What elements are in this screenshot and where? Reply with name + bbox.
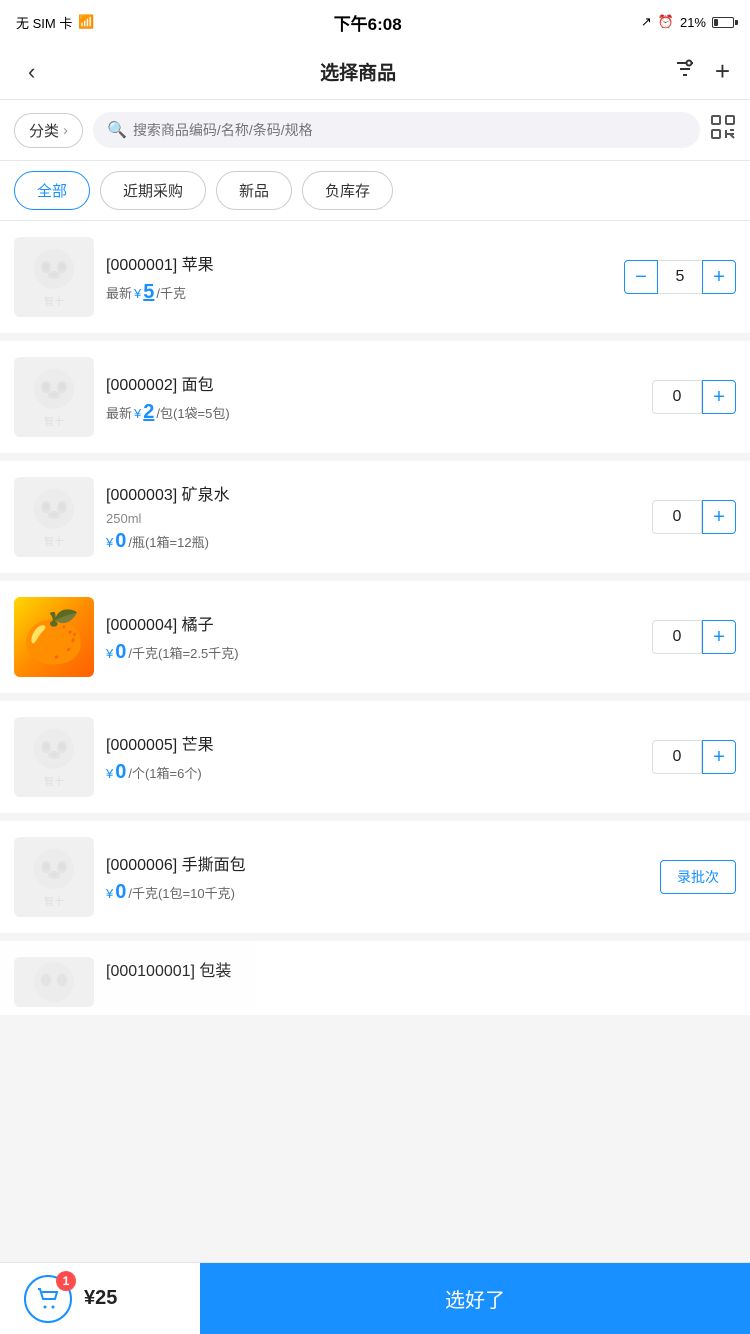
table-row: [000100001] 包装	[0, 941, 750, 1015]
nav-actions: +	[673, 56, 730, 87]
category-button[interactable]: 分类 ›	[14, 113, 83, 148]
product-price: 最新 ¥ 5 /千克	[106, 281, 612, 304]
bottom-bar: 1 ¥25 选好了	[0, 1262, 750, 1334]
product-info: [000100001] 包装	[106, 957, 736, 987]
product-price: ¥ 0 /千克(1包=10千克)	[106, 881, 648, 904]
product-name: [000100001] 包装	[106, 957, 736, 981]
product-image: 智十	[14, 357, 94, 437]
minus-button[interactable]: −	[624, 260, 658, 294]
product-image	[14, 957, 94, 1007]
product-info: [0000002] 面包 最新 ¥ 2 /包(1袋=5包)	[106, 371, 640, 424]
table-row: 智十 [0000002] 面包 最新 ¥ 2 /包(1袋=5包) +	[0, 341, 750, 453]
status-time: 下午6:08	[334, 10, 402, 35]
filter-icon[interactable]	[673, 57, 697, 87]
nav-bar: ‹ 选择商品 +	[0, 44, 750, 100]
tab-recent[interactable]: 近期采购	[100, 171, 206, 210]
product-name: [0000001] 苹果	[106, 251, 612, 275]
product-image	[14, 597, 94, 677]
product-name: [0000006] 手撕面包	[106, 851, 648, 875]
product-image: 智十	[14, 237, 94, 317]
quantity-input[interactable]	[652, 380, 702, 414]
batch-control: 录批次	[660, 860, 736, 894]
alarm-icon: ⏰	[658, 14, 674, 30]
product-price: ¥ 0 /个(1箱=6个)	[106, 761, 640, 784]
product-name: [0000002] 面包	[106, 371, 640, 395]
product-image: 智十	[14, 717, 94, 797]
status-bar: 无 SIM 卡 📶 下午6:08 ↗ ⏰ 21%	[0, 0, 750, 44]
tab-new[interactable]: 新品	[216, 171, 292, 210]
qty-control: +	[652, 740, 736, 774]
location-icon: ↗	[641, 14, 652, 30]
product-image: 智十	[14, 477, 94, 557]
plus-button[interactable]: +	[702, 620, 736, 654]
product-info: [0000001] 苹果 最新 ¥ 5 /千克	[106, 251, 612, 304]
chevron-right-icon: ›	[63, 122, 68, 139]
qty-control: +	[652, 620, 736, 654]
quantity-input[interactable]	[652, 500, 702, 534]
product-name: [0000004] 橘子	[106, 611, 640, 635]
product-price: ¥ 0 /千克(1箱=2.5千克)	[106, 641, 640, 664]
table-row: 智十 [0000001] 苹果 最新 ¥ 5 /千克 − +	[0, 221, 750, 333]
table-row: 智十 [0000003] 矿泉水 250ml ¥ 0 /瓶(1箱=12瓶) +	[0, 461, 750, 573]
wifi-icon: 📶	[78, 14, 94, 30]
table-row: 智十 [0000006] 手撕面包 ¥ 0 /千克(1包=10千克) 录批次	[0, 821, 750, 933]
qty-control: − +	[624, 260, 736, 294]
plus-button[interactable]: +	[702, 260, 736, 294]
product-name: [0000005] 芒果	[106, 731, 640, 755]
qty-control: +	[652, 380, 736, 414]
product-spec: 250ml	[106, 511, 640, 526]
product-info: [0000003] 矿泉水 250ml ¥ 0 /瓶(1箱=12瓶)	[106, 481, 640, 553]
product-price: 最新 ¥ 2 /包(1袋=5包)	[106, 401, 640, 424]
confirm-button[interactable]: 选好了	[200, 1263, 750, 1334]
status-left: 无 SIM 卡 📶	[16, 13, 95, 32]
quantity-input[interactable]	[652, 620, 702, 654]
product-info: [0000006] 手撕面包 ¥ 0 /千克(1包=10千克)	[106, 851, 648, 904]
plus-button[interactable]: +	[702, 500, 736, 534]
search-icon: 🔍	[107, 120, 127, 140]
product-info: [0000005] 芒果 ¥ 0 /个(1箱=6个)	[106, 731, 640, 784]
back-button[interactable]: ‹	[20, 51, 43, 93]
search-box[interactable]: 🔍	[93, 112, 700, 148]
status-right: ↗ ⏰ 21%	[641, 14, 734, 30]
product-name: [0000003] 矿泉水	[106, 481, 640, 505]
tab-negative[interactable]: 负库存	[302, 171, 393, 210]
batch-button[interactable]: 录批次	[660, 860, 736, 894]
qty-control: +	[652, 500, 736, 534]
product-info: [0000004] 橘子 ¥ 0 /千克(1箱=2.5千克)	[106, 611, 640, 664]
product-image: 智十	[14, 837, 94, 917]
search-input[interactable]	[133, 122, 686, 138]
carrier-label: 无 SIM 卡	[16, 13, 72, 32]
category-label: 分类	[29, 120, 59, 141]
battery-label: 21%	[680, 15, 706, 30]
scan-icon[interactable]	[710, 114, 736, 146]
plus-button[interactable]: +	[702, 740, 736, 774]
plus-button[interactable]: +	[702, 380, 736, 414]
cart-badge: 1	[56, 1271, 76, 1291]
filter-row: 分类 › 🔍	[0, 100, 750, 161]
quantity-input[interactable]	[652, 740, 702, 774]
table-row: [0000004] 橘子 ¥ 0 /千克(1箱=2.5千克) +	[0, 581, 750, 693]
tab-all[interactable]: 全部	[14, 171, 90, 210]
tab-row: 全部 近期采购 新品 负库存	[0, 161, 750, 221]
battery-icon	[712, 17, 734, 28]
product-price: ¥ 0 /瓶(1箱=12瓶)	[106, 530, 640, 553]
quantity-input[interactable]	[658, 260, 702, 294]
cart-area: 1 ¥25	[0, 1275, 200, 1323]
cart-icon-button[interactable]: 1	[24, 1275, 72, 1323]
cart-total: ¥25	[84, 1287, 117, 1310]
page-title: 选择商品	[320, 58, 396, 85]
add-button[interactable]: +	[715, 56, 730, 87]
product-list: 智十 [0000001] 苹果 最新 ¥ 5 /千克 − +	[0, 221, 750, 1103]
table-row: 智十 [0000005] 芒果 ¥ 0 /个(1箱=6个) +	[0, 701, 750, 813]
